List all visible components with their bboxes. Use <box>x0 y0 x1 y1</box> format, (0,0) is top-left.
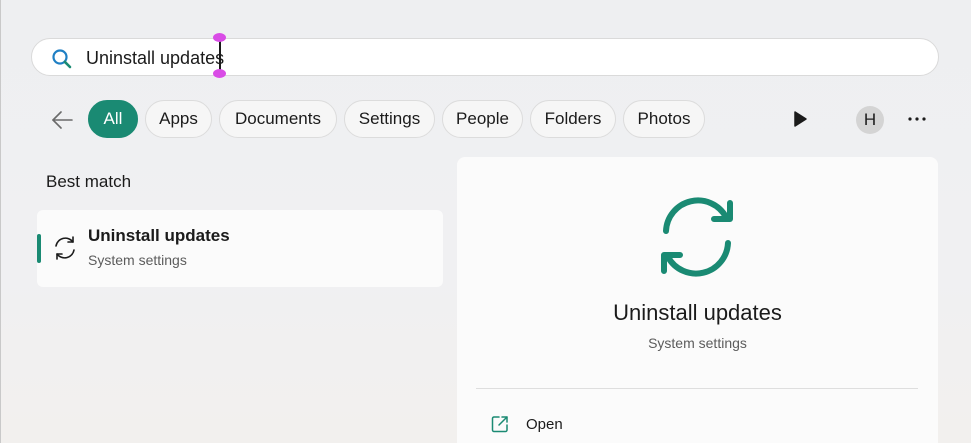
sync-icon <box>661 197 733 277</box>
more-icon[interactable] <box>905 110 929 128</box>
detail-subtitle: System settings <box>648 335 747 351</box>
section-title-best-match: Best match <box>46 172 132 191</box>
selection-indicator <box>37 234 41 263</box>
filter-chip-people[interactable]: People <box>442 100 523 138</box>
cursor-handle-top[interactable] <box>213 33 226 42</box>
filter-chip-folders[interactable]: Folders <box>530 100 616 138</box>
result-title: Uninstall updates <box>88 226 230 245</box>
window-edge <box>0 0 1 443</box>
open-label: Open <box>526 416 563 433</box>
result-subtitle: System settings <box>88 252 187 268</box>
search-query-text[interactable]: Uninstall updates <box>86 47 224 69</box>
open-external-icon <box>491 416 508 433</box>
back-arrow-icon[interactable] <box>50 108 74 132</box>
avatar[interactable]: H <box>856 106 884 134</box>
filter-chip-all[interactable]: All <box>88 100 138 138</box>
open-button[interactable]: Open <box>487 412 687 438</box>
filter-chip-photos[interactable]: Photos <box>623 100 705 138</box>
cursor-handle-bottom[interactable] <box>213 69 226 78</box>
detail-panel: Uninstall updates System settings Open <box>457 157 938 443</box>
divider <box>476 388 918 389</box>
sync-icon <box>55 236 75 260</box>
search-icon <box>52 49 72 69</box>
filter-chip-apps[interactable]: Apps <box>145 100 212 138</box>
detail-title: Uninstall updates <box>613 300 782 325</box>
best-match-result[interactable]: Uninstall updates System settings <box>37 210 443 287</box>
filter-chip-settings[interactable]: Settings <box>344 100 435 138</box>
filter-chip-documents[interactable]: Documents <box>219 100 337 138</box>
play-icon[interactable] <box>792 110 808 128</box>
